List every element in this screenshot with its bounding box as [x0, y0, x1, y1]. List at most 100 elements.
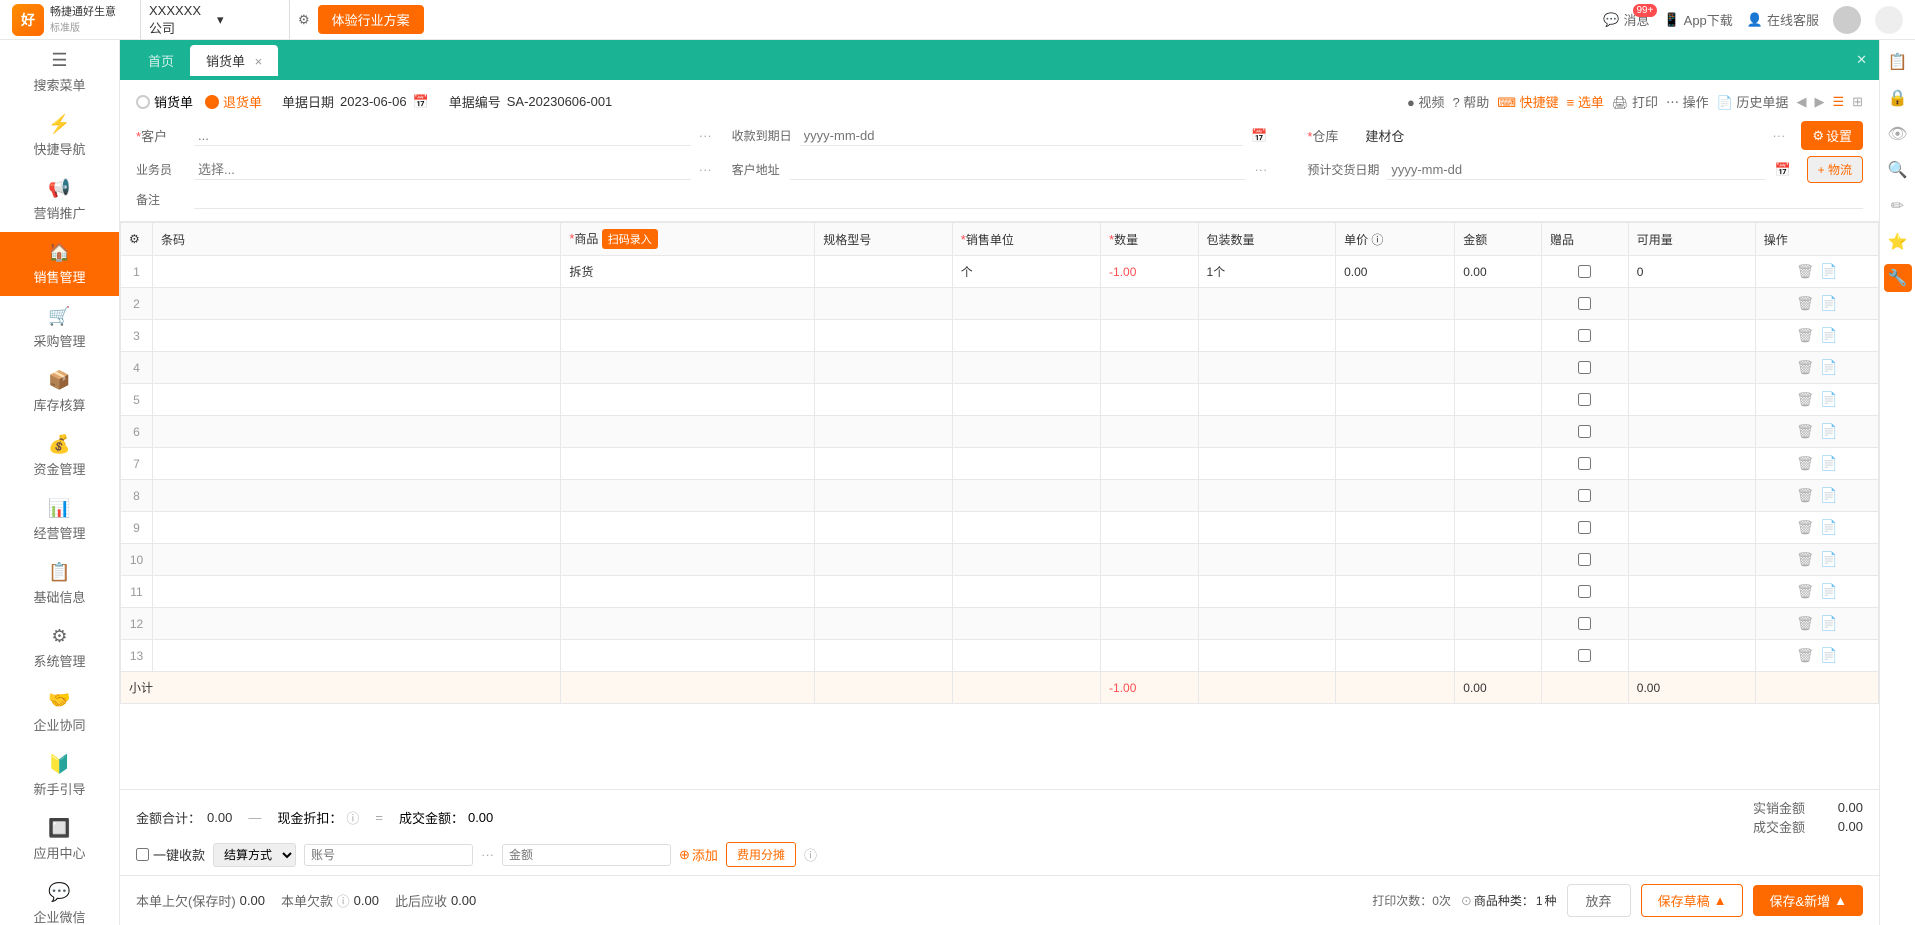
row-product[interactable] — [561, 320, 815, 352]
sidebar-item-sales[interactable]: 🏠 销售管理 — [0, 232, 119, 296]
close-tab-icon[interactable]: ✕ — [1856, 52, 1867, 68]
row-quantity[interactable] — [1101, 384, 1198, 416]
delete-icon[interactable]: 🗑 — [1796, 263, 1814, 280]
toolbar-help[interactable]: ? 帮助 — [1452, 92, 1489, 111]
row-gift[interactable] — [1542, 416, 1629, 448]
copy-icon[interactable]: 📄 — [1820, 263, 1837, 280]
save-draft-button[interactable]: 保存草稿 ▲ — [1641, 884, 1744, 917]
copy-icon[interactable]: 📄 — [1820, 327, 1837, 344]
row-quantity[interactable] — [1101, 512, 1198, 544]
row-product[interactable] — [561, 576, 815, 608]
row-amount[interactable] — [1455, 384, 1542, 416]
row-spec[interactable] — [815, 480, 953, 512]
copy-icon[interactable]: 📄 — [1820, 487, 1837, 504]
row-unit-price[interactable] — [1336, 544, 1455, 576]
copy-icon[interactable]: 📄 — [1820, 359, 1837, 376]
row-unit-price[interactable] — [1336, 384, 1455, 416]
row-quantity[interactable]: -1.00 — [1101, 256, 1198, 288]
row-unit[interactable] — [952, 288, 1100, 320]
right-panel-star-icon[interactable]: ⭐ — [1884, 228, 1912, 256]
row-gift[interactable] — [1542, 288, 1629, 320]
toolbar-choose[interactable]: ≡ 选单 — [1567, 92, 1604, 111]
row-product[interactable] — [561, 608, 815, 640]
row-unit-price[interactable] — [1336, 640, 1455, 672]
row-unit[interactable] — [952, 608, 1100, 640]
delete-icon[interactable]: 🗑 — [1796, 583, 1814, 600]
row-product[interactable] — [561, 416, 815, 448]
row-unit-price[interactable] — [1336, 480, 1455, 512]
row-unit-price[interactable]: 0.00 — [1336, 256, 1455, 288]
row-amount[interactable] — [1455, 448, 1542, 480]
row-unit-price[interactable] — [1336, 576, 1455, 608]
delete-icon[interactable]: 🗑 — [1796, 647, 1814, 664]
salesperson-dots[interactable]: ··· — [699, 162, 712, 177]
row-pkg-qty[interactable] — [1198, 448, 1336, 480]
account-input[interactable] — [304, 844, 473, 866]
copy-icon[interactable]: 📄 — [1820, 519, 1837, 536]
tab-sales-order[interactable]: 销货单 × — [190, 45, 278, 76]
sidebar-item-enterprise[interactable]: 🤝 企业协同 — [0, 680, 119, 744]
row-barcode[interactable] — [153, 256, 561, 288]
one-click-pay-check[interactable] — [136, 848, 149, 861]
toolbar-operation[interactable]: ⋯ 操作 — [1666, 92, 1709, 111]
row-unit[interactable] — [952, 352, 1100, 384]
row-gift[interactable] — [1542, 608, 1629, 640]
message-btn[interactable]: 💬 消息 99+ — [1603, 10, 1649, 29]
copy-icon[interactable]: 📄 — [1820, 455, 1837, 472]
sidebar-item-search[interactable]: ☰ 搜索菜单 — [0, 40, 119, 104]
row-unit[interactable] — [952, 416, 1100, 448]
toolbar-history[interactable]: 📄 历史单据 — [1717, 92, 1789, 111]
delete-icon[interactable]: 🗑 — [1796, 359, 1814, 376]
sidebar-item-basic[interactable]: 📋 基础信息 — [0, 552, 119, 616]
row-pkg-qty[interactable] — [1198, 608, 1336, 640]
delete-icon[interactable]: 🗑 — [1796, 455, 1814, 472]
delete-icon[interactable]: 🗑 — [1796, 327, 1814, 344]
row-quantity[interactable] — [1101, 320, 1198, 352]
row-quantity[interactable] — [1101, 544, 1198, 576]
copy-icon[interactable]: 📄 — [1820, 647, 1837, 664]
row-pkg-qty[interactable] — [1198, 576, 1336, 608]
row-product[interactable] — [561, 288, 815, 320]
right-panel-notes-icon[interactable]: 📋 — [1884, 48, 1912, 76]
sidebar-item-wechat[interactable]: 💬 企业微信 — [0, 872, 119, 925]
row-spec[interactable] — [815, 288, 953, 320]
row-pkg-qty[interactable] — [1198, 320, 1336, 352]
row-spec[interactable] — [815, 512, 953, 544]
row-barcode[interactable] — [153, 448, 561, 480]
row-pkg-qty[interactable] — [1198, 544, 1336, 576]
sidebar-item-finance[interactable]: 💰 资金管理 — [0, 424, 119, 488]
logistics-btn[interactable]: + 物流 — [1807, 156, 1863, 183]
toolbar-shortcut[interactable]: ⌨ 快捷键 — [1497, 92, 1558, 111]
delete-icon[interactable]: 🗑 — [1796, 487, 1814, 504]
row-amount[interactable] — [1455, 576, 1542, 608]
row-gift[interactable] — [1542, 544, 1629, 576]
row-product[interactable] — [561, 512, 815, 544]
row-gift[interactable] — [1542, 576, 1629, 608]
row-amount[interactable] — [1455, 320, 1542, 352]
row-barcode[interactable] — [153, 640, 561, 672]
delete-icon[interactable]: 🗑 — [1796, 519, 1814, 536]
row-amount[interactable] — [1455, 512, 1542, 544]
row-gift[interactable] — [1542, 512, 1629, 544]
tab-close-icon[interactable]: × — [255, 54, 263, 69]
row-gift[interactable] — [1542, 480, 1629, 512]
row-unit[interactable] — [952, 576, 1100, 608]
row-spec[interactable] — [815, 448, 953, 480]
row-amount[interactable] — [1455, 640, 1542, 672]
radio-sales-order[interactable]: 销货单 — [136, 92, 193, 111]
row-unit[interactable]: 个 — [952, 256, 1100, 288]
experience-button[interactable]: 体验行业方案 — [318, 5, 424, 34]
one-click-pay-checkbox[interactable]: 一键收款 — [136, 845, 205, 864]
radio-return-order[interactable]: 退货单 — [205, 92, 262, 111]
delivery-calendar-icon[interactable]: 📅 — [1774, 162, 1790, 178]
expense-split-btn[interactable]: 费用分摊 — [726, 842, 796, 867]
row-barcode[interactable] — [153, 480, 561, 512]
row-product[interactable] — [561, 480, 815, 512]
sidebar-item-marketing[interactable]: 📢 营销推广 — [0, 168, 119, 232]
row-barcode[interactable] — [153, 416, 561, 448]
settings-btn[interactable]: ⚙设置 — [1801, 121, 1863, 150]
copy-icon[interactable]: 📄 — [1820, 583, 1837, 600]
abandon-button[interactable]: 放弃 — [1567, 884, 1631, 917]
row-amount[interactable]: 0.00 — [1455, 256, 1542, 288]
customer-address-input[interactable] — [790, 160, 1247, 180]
